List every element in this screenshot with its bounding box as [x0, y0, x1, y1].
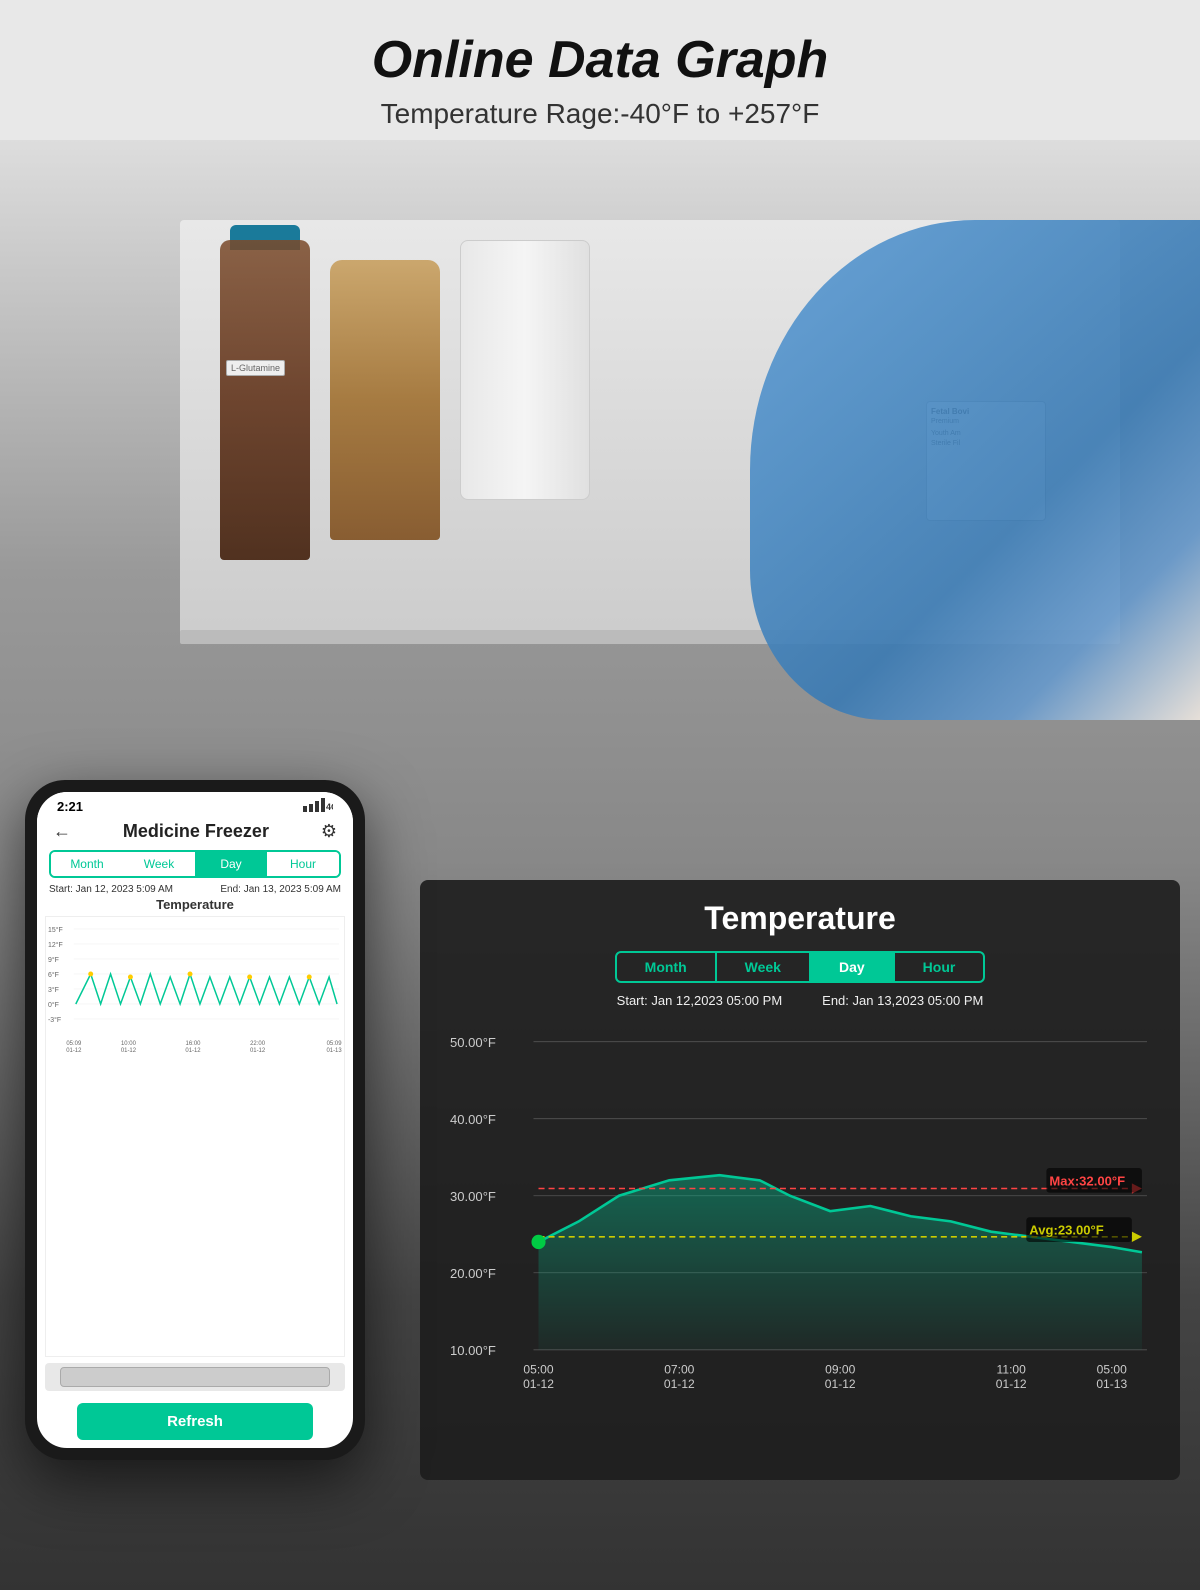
- svg-text:22:00: 22:00: [250, 1041, 266, 1047]
- svg-text:01-12: 01-12: [825, 1377, 856, 1391]
- svg-text:11:00: 11:00: [997, 1362, 1027, 1376]
- svg-text:05:00: 05:00: [523, 1362, 553, 1376]
- bottle-brown: [220, 240, 310, 560]
- phone-tab-group: Month Week Day Hour: [49, 850, 341, 878]
- chart-area: 50.00°F 40.00°F 30.00°F 20.00°F 10.00°F: [448, 1016, 1152, 1396]
- phone-tab-hour[interactable]: Hour: [267, 852, 339, 876]
- svg-text:16:00: 16:00: [186, 1041, 202, 1047]
- gloved-hand: [750, 220, 1200, 720]
- svg-text:10.00°F: 10.00°F: [450, 1343, 496, 1358]
- phone-chart-area: 15°F 12°F 9°F 6°F 3°F 0°F -3°F: [45, 916, 345, 1357]
- svg-text:15°F: 15°F: [48, 926, 63, 934]
- chart-tab-hour[interactable]: Hour: [895, 951, 986, 983]
- phone-signal: 4G: [303, 798, 333, 815]
- svg-text:01-12: 01-12: [66, 1048, 82, 1054]
- svg-text:0°F: 0°F: [48, 1001, 59, 1009]
- svg-text:01-13: 01-13: [1096, 1377, 1127, 1391]
- chart-panel: Temperature Month Week Day Hour Start: J…: [420, 880, 1180, 1480]
- phone-tab-month[interactable]: Month: [51, 852, 123, 876]
- phone-date-range: Start: Jan 12, 2023 5:09 AM End: Jan 13,…: [37, 884, 353, 895]
- chart-panel-title: Temperature: [448, 900, 1152, 937]
- chart-end-date: End: Jan 13,2023 05:00 PM: [822, 993, 983, 1008]
- phone-time: 2:21: [57, 799, 83, 814]
- svg-text:01-12: 01-12: [121, 1048, 137, 1054]
- svg-text:01-12: 01-12: [996, 1377, 1027, 1391]
- settings-icon[interactable]: ⚙: [321, 821, 337, 842]
- top-section: Online Data Graph Temperature Rage:-40°F…: [0, 0, 1200, 140]
- main-title: Online Data Graph: [0, 30, 1200, 90]
- svg-text:07:00: 07:00: [664, 1362, 694, 1376]
- phone-end-date: End: Jan 13, 2023 5:09 AM: [220, 884, 341, 895]
- phone-mockup: 2:21 4G ← Medicine Freezer: [25, 780, 365, 1460]
- svg-text:01-12: 01-12: [250, 1048, 266, 1054]
- phone-status-bar: 2:21 4G: [37, 792, 353, 817]
- chart-date-range: Start: Jan 12,2023 05:00 PM End: Jan 13,…: [448, 993, 1152, 1008]
- svg-text:05:09: 05:09: [327, 1041, 343, 1047]
- phone-device: 2:21 4G ← Medicine Freezer: [25, 780, 365, 1460]
- phone-chart-svg: 15°F 12°F 9°F 6°F 3°F 0°F -3°F: [46, 917, 344, 1057]
- svg-text:01-12: 01-12: [185, 1048, 201, 1054]
- fridge-image-area: Fetal Bovi Premium Youth Am Sterile Fil …: [0, 140, 1200, 860]
- phone-chart-title: Temperature: [37, 897, 353, 912]
- svg-text:09:00: 09:00: [825, 1362, 855, 1376]
- svg-text:40.00°F: 40.00°F: [450, 1112, 496, 1127]
- phone-tab-day[interactable]: Day: [195, 852, 267, 876]
- svg-text:01-12: 01-12: [664, 1377, 695, 1391]
- bottle-white: Fetal Bovi Premium Youth Am Sterile Fil: [460, 240, 590, 500]
- svg-text:-3°F: -3°F: [48, 1016, 61, 1024]
- chart-tab-day[interactable]: Day: [811, 951, 895, 983]
- svg-text:20.00°F: 20.00°F: [450, 1266, 496, 1281]
- phone-nav-header: ← Medicine Freezer ⚙: [37, 817, 353, 850]
- svg-text:12°F: 12°F: [48, 941, 63, 949]
- svg-text:6°F: 6°F: [48, 971, 59, 979]
- svg-text:Max:32.00°F: Max:32.00°F: [1049, 1173, 1125, 1188]
- svg-text:10:00: 10:00: [121, 1041, 137, 1047]
- chart-svg: 50.00°F 40.00°F 30.00°F 20.00°F 10.00°F: [448, 1016, 1152, 1396]
- svg-text:4G: 4G: [326, 802, 333, 812]
- refresh-button[interactable]: Refresh: [77, 1403, 313, 1440]
- svg-text:50.00°F: 50.00°F: [450, 1035, 496, 1050]
- back-icon[interactable]: ←: [53, 821, 71, 842]
- bottom-section: 2:21 4G ← Medicine Freezer: [0, 860, 1200, 1590]
- svg-text:9°F: 9°F: [48, 956, 59, 964]
- svg-text:05:09: 05:09: [66, 1041, 82, 1047]
- phone-screen: 2:21 4G ← Medicine Freezer: [37, 792, 353, 1448]
- svg-text:3°F: 3°F: [48, 986, 59, 994]
- chart-tab-week[interactable]: Week: [717, 951, 811, 983]
- svg-text:01-12: 01-12: [523, 1377, 554, 1391]
- chart-start-date: Start: Jan 12,2023 05:00 PM: [617, 993, 783, 1008]
- svg-text:01-13: 01-13: [326, 1048, 342, 1054]
- bottle-amber: [330, 260, 440, 540]
- phone-chart-slider[interactable]: [45, 1363, 345, 1391]
- phone-start-date: Start: Jan 12, 2023 5:09 AM: [49, 884, 173, 895]
- lglutamine-label: L-Glutamine: [226, 360, 285, 376]
- svg-text:Avg:23.00°F: Avg:23.00°F: [1029, 1223, 1103, 1238]
- sub-title: Temperature Rage:-40°F to +257°F: [0, 98, 1200, 130]
- phone-tab-week[interactable]: Week: [123, 852, 195, 876]
- phone-slider-thumb: [60, 1367, 330, 1387]
- chart-tab-month[interactable]: Month: [615, 951, 717, 983]
- svg-text:30.00°F: 30.00°F: [450, 1189, 496, 1204]
- phone-screen-title: Medicine Freezer: [123, 821, 269, 842]
- svg-text:05:00: 05:00: [1097, 1362, 1127, 1376]
- chart-tab-group: Month Week Day Hour: [448, 951, 1152, 983]
